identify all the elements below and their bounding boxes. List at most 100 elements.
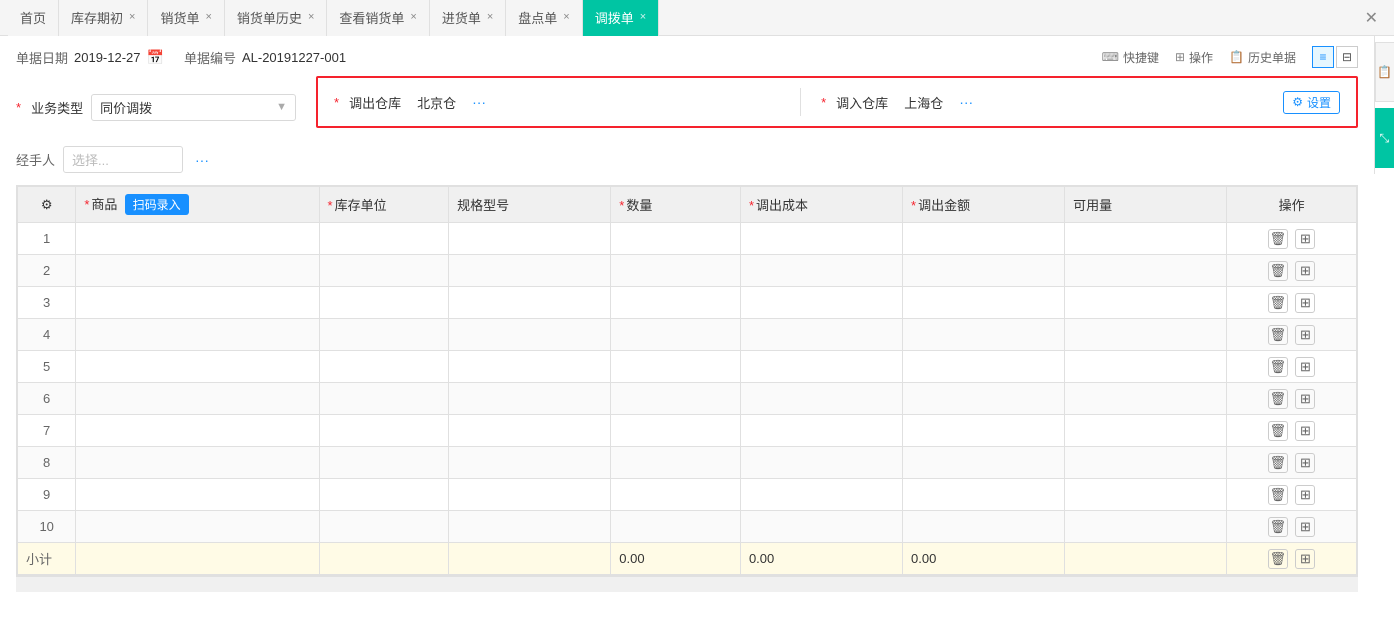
delete-icon-2[interactable]: 🗑 [1268, 261, 1288, 281]
unit-cell-2[interactable] [319, 255, 449, 287]
tab-inventory-init-close[interactable]: × [129, 12, 135, 23]
unit-cell-9[interactable] [319, 479, 449, 511]
cost-cell-4[interactable] [740, 319, 902, 351]
spec-cell-9[interactable] [449, 479, 611, 511]
layout-btn-list[interactable]: ≡ [1312, 46, 1334, 68]
quantity-cell-5[interactable] [611, 351, 741, 383]
quantity-cell-7[interactable] [611, 415, 741, 447]
copy-icon[interactable]: ⊞ [1295, 549, 1315, 569]
handler-select[interactable]: 选择... [63, 146, 183, 173]
cost-cell-2[interactable] [740, 255, 902, 287]
unit-cell-7[interactable] [319, 415, 449, 447]
available-cell-2[interactable] [1065, 255, 1227, 287]
product-cell-7[interactable] [76, 415, 319, 447]
product-cell-3[interactable] [76, 287, 319, 319]
tab-sales-order-close[interactable]: × [205, 12, 211, 23]
product-cell-10[interactable] [76, 511, 319, 543]
available-cell-3[interactable] [1065, 287, 1227, 319]
spec-cell-4[interactable] [449, 319, 611, 351]
copy-icon-4[interactable]: ⊞ [1295, 325, 1315, 345]
cost-cell-9[interactable] [740, 479, 902, 511]
spec-cell-6[interactable] [449, 383, 611, 415]
tab-transfer[interactable]: 调拨单 × [583, 0, 659, 36]
cost-cell-5[interactable] [740, 351, 902, 383]
cost-cell-10[interactable] [740, 511, 902, 543]
quantity-cell-9[interactable] [611, 479, 741, 511]
unit-cell-4[interactable] [319, 319, 449, 351]
copy-icon-10[interactable]: ⊞ [1295, 517, 1315, 537]
quantity-cell-2[interactable] [611, 255, 741, 287]
amount-cell-5[interactable] [903, 351, 1065, 383]
copy-icon-3[interactable]: ⊞ [1295, 293, 1315, 313]
tab-purchase-order[interactable]: 进货单 × [430, 0, 506, 36]
delete-icon-7[interactable]: 🗑 [1268, 421, 1288, 441]
cost-cell-6[interactable] [740, 383, 902, 415]
tab-purchase-order-close[interactable]: × [487, 12, 493, 23]
delete-icon-10[interactable]: 🗑 [1268, 517, 1288, 537]
tab-sales-history[interactable]: 销货单历史 × [225, 0, 327, 36]
copy-icon-1[interactable]: ⊞ [1295, 229, 1315, 249]
unit-cell-10[interactable] [319, 511, 449, 543]
amount-cell-1[interactable] [903, 223, 1065, 255]
available-cell-8[interactable] [1065, 447, 1227, 479]
spec-cell-8[interactable] [449, 447, 611, 479]
cost-cell-3[interactable] [740, 287, 902, 319]
spec-cell-3[interactable] [449, 287, 611, 319]
operations-button[interactable]: ⊞ 操作 [1175, 49, 1213, 66]
product-cell-4[interactable] [76, 319, 319, 351]
business-type-select[interactable]: 同价调拨 ▼ [91, 94, 296, 121]
calendar-icon[interactable]: 📅 [147, 49, 164, 66]
tab-inventory-check[interactable]: 盘点单 × [506, 0, 582, 36]
delete-icon-3[interactable]: 🗑 [1268, 293, 1288, 313]
tab-view-sales-close[interactable]: × [410, 12, 416, 23]
tab-view-sales[interactable]: 查看销货单 × [327, 0, 429, 36]
spec-cell-5[interactable] [449, 351, 611, 383]
tab-sales-order[interactable]: 销货单 × [148, 0, 224, 36]
settings-button[interactable]: ⚙ 设置 [1283, 91, 1340, 114]
tab-inventory-init[interactable]: 库存期初 × [59, 0, 148, 36]
tab-transfer-close[interactable]: × [640, 12, 646, 23]
available-cell-7[interactable] [1065, 415, 1227, 447]
tab-sales-history-close[interactable]: × [308, 12, 314, 23]
spec-cell-1[interactable] [449, 223, 611, 255]
quantity-cell-8[interactable] [611, 447, 741, 479]
available-cell-6[interactable] [1065, 383, 1227, 415]
transfer-out-more-btn[interactable]: ··· [472, 94, 486, 110]
unit-cell-5[interactable] [319, 351, 449, 383]
unit-cell-6[interactable] [319, 383, 449, 415]
available-cell-4[interactable] [1065, 319, 1227, 351]
right-tool-expand[interactable]: ⤢ [1375, 108, 1394, 168]
available-cell-10[interactable] [1065, 511, 1227, 543]
quantity-cell-3[interactable] [611, 287, 741, 319]
delete-icon-4[interactable]: 🗑 [1268, 325, 1288, 345]
amount-cell-10[interactable] [903, 511, 1065, 543]
product-cell-9[interactable] [76, 479, 319, 511]
amount-cell-2[interactable] [903, 255, 1065, 287]
amount-cell-6[interactable] [903, 383, 1065, 415]
product-cell-6[interactable] [76, 383, 319, 415]
delete-icon-5[interactable]: 🗑 [1268, 357, 1288, 377]
product-cell-5[interactable] [76, 351, 319, 383]
spec-cell-10[interactable] [449, 511, 611, 543]
cost-cell-7[interactable] [740, 415, 902, 447]
window-close-button[interactable]: ✕ [1357, 8, 1386, 28]
spec-cell-2[interactable] [449, 255, 611, 287]
spec-cell-7[interactable] [449, 415, 611, 447]
amount-cell-3[interactable] [903, 287, 1065, 319]
available-cell-5[interactable] [1065, 351, 1227, 383]
tab-inventory-check-close[interactable]: × [563, 12, 569, 23]
delete-icon-8[interactable]: 🗑 [1268, 453, 1288, 473]
copy-icon-5[interactable]: ⊞ [1295, 357, 1315, 377]
delete-icon-1[interactable]: 🗑 [1268, 229, 1288, 249]
copy-icon-7[interactable]: ⊞ [1295, 421, 1315, 441]
copy-icon-2[interactable]: ⊞ [1295, 261, 1315, 281]
amount-cell-4[interactable] [903, 319, 1065, 351]
delete-icon-9[interactable]: 🗑 [1268, 485, 1288, 505]
unit-cell-1[interactable] [319, 223, 449, 255]
tab-home[interactable]: 首页 [8, 0, 59, 36]
copy-icon-9[interactable]: ⊞ [1295, 485, 1315, 505]
cost-cell-1[interactable] [740, 223, 902, 255]
amount-cell-8[interactable] [903, 447, 1065, 479]
available-cell-1[interactable] [1065, 223, 1227, 255]
product-cell-2[interactable] [76, 255, 319, 287]
